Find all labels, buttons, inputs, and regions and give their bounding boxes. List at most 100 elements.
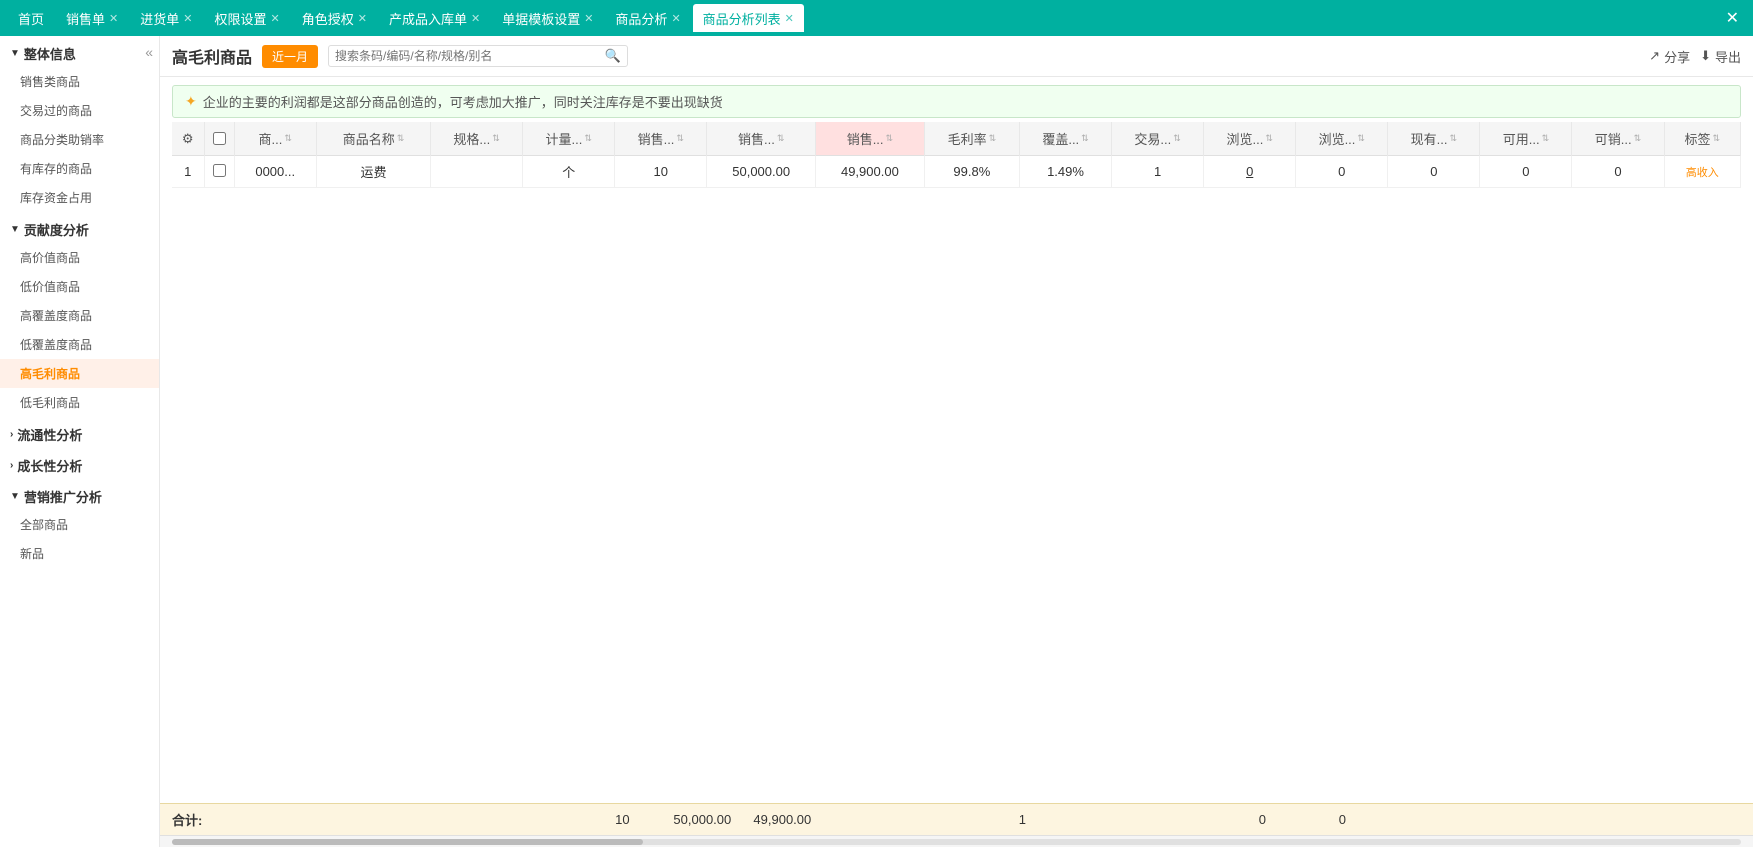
sidebar-item-low-coverage[interactable]: 低覆盖度商品 xyxy=(0,330,159,359)
sort-icon: ⇅ xyxy=(584,133,592,144)
sidebar-item-sales-goods[interactable]: 销售类商品 xyxy=(0,67,159,96)
close-icon[interactable]: ✕ xyxy=(584,12,593,25)
close-icon[interactable]: ✕ xyxy=(671,12,680,25)
nav-tab-template-settings[interactable]: 单据模板设置 ✕ xyxy=(492,4,603,32)
footer-label: 合计: xyxy=(172,810,222,829)
page-title: 高毛利商品 xyxy=(172,44,252,68)
nav-tab-sales-order[interactable]: 销售单 ✕ xyxy=(56,4,128,32)
sidebar-item-high-coverage[interactable]: 高覆盖度商品 xyxy=(0,301,159,330)
sidebar-group-growth[interactable]: › 成长性分析 xyxy=(0,448,159,479)
close-icon[interactable]: ✕ xyxy=(358,12,367,25)
scroll-thumb[interactable] xyxy=(172,839,643,845)
sidebar: « ▼ 整体信息 销售类商品 交易过的商品 商品分类助销率 有库存的商品 库存资… xyxy=(0,36,160,847)
sidebar-item-category-rate[interactable]: 商品分类助销率 xyxy=(0,125,159,154)
sort-icon: ⇅ xyxy=(1542,133,1550,144)
sidebar-item-new-goods[interactable]: 新品 xyxy=(0,539,159,568)
sidebar-item-high-margin[interactable]: 高毛利商品 xyxy=(0,359,159,388)
cell-code: 0000... xyxy=(234,156,316,188)
sidebar-item-stocked-goods[interactable]: 有库存的商品 xyxy=(0,154,159,183)
filter-recent-month-button[interactable]: 近一月 xyxy=(262,45,318,68)
table-footer: 合计: 10 50,000.00 49,900.00 1 0 0 xyxy=(160,803,1753,835)
cell-current-stock: 0 xyxy=(1388,156,1480,188)
sort-icon: ⇅ xyxy=(397,133,405,144)
cell-spec xyxy=(431,156,523,188)
col-sales-cost[interactable]: 销售...⇅ xyxy=(816,122,925,156)
horizontal-scrollbar[interactable] xyxy=(160,835,1753,847)
close-icon[interactable]: ✕ xyxy=(183,12,192,25)
search-input[interactable] xyxy=(335,49,601,63)
close-icon[interactable]: ✕ xyxy=(471,12,480,25)
sidebar-group-liquidity[interactable]: › 流通性分析 xyxy=(0,417,159,448)
cell-sellable: 0 xyxy=(1572,156,1664,188)
table-wrapper[interactable]: ⚙ 商...⇅ 商品名称⇅ 规格...⇅ xyxy=(172,122,1741,803)
sidebar-item-stock-capital[interactable]: 库存资金占用 xyxy=(0,183,159,212)
sidebar-group-contribution[interactable]: ▼ 贡献度分析 xyxy=(0,212,159,243)
cell-tag: 高收入 xyxy=(1664,156,1740,188)
col-code[interactable]: 商...⇅ xyxy=(234,122,316,156)
row-checkbox[interactable] xyxy=(213,164,226,177)
col-tag[interactable]: 标签⇅ xyxy=(1664,122,1740,156)
sidebar-item-low-value[interactable]: 低价值商品 xyxy=(0,272,159,301)
col-available[interactable]: 可用...⇅ xyxy=(1480,122,1572,156)
col-settings[interactable]: ⚙ xyxy=(172,122,204,156)
col-coverage[interactable]: 覆盖...⇅ xyxy=(1019,122,1111,156)
close-icon[interactable]: ✕ xyxy=(109,12,118,25)
footer-current-stock: 0 xyxy=(1222,812,1302,827)
col-spec[interactable]: 规格...⇅ xyxy=(431,122,523,156)
nav-tab-product-analysis[interactable]: 商品分析 ✕ xyxy=(605,4,690,32)
col-browse2[interactable]: 浏览...⇅ xyxy=(1296,122,1388,156)
nav-tab-product-warehouse[interactable]: 产成品入库单 ✕ xyxy=(379,4,490,32)
col-unit[interactable]: 计量...⇅ xyxy=(523,122,615,156)
sidebar-group-marketing[interactable]: ▼ 营销推广分析 xyxy=(0,479,159,510)
col-transaction[interactable]: 交易...⇅ xyxy=(1112,122,1204,156)
nav-tab-purchase-order[interactable]: 进货单 ✕ xyxy=(130,4,202,32)
sidebar-item-high-value[interactable]: 高价值商品 xyxy=(0,243,159,272)
sidebar-item-traded-goods[interactable]: 交易过的商品 xyxy=(0,96,159,125)
info-banner: ✦ 企业的主要的利润都是这部分商品创造的，可考虑加大推广，同时关注库存是不要出现… xyxy=(172,85,1741,118)
share-icon: ↗ xyxy=(1649,48,1660,64)
sidebar-collapse-icon[interactable]: « xyxy=(145,44,153,60)
sort-icon: ⇅ xyxy=(1713,133,1721,144)
data-table: ⚙ 商...⇅ 商品名称⇅ 规格...⇅ xyxy=(172,122,1741,188)
nav-tab-permissions[interactable]: 权限设置 ✕ xyxy=(204,4,289,32)
top-nav: 首页 销售单 ✕ 进货单 ✕ 权限设置 ✕ 角色授权 ✕ 产成品入库单 ✕ 单据… xyxy=(0,0,1753,36)
search-icon[interactable]: 🔍 xyxy=(605,48,621,64)
col-current-stock[interactable]: 现有...⇅ xyxy=(1388,122,1480,156)
cell-browse2: 0 xyxy=(1296,156,1388,188)
col-sales-qty[interactable]: 销售...⇅ xyxy=(615,122,707,156)
cell-available: 0 xyxy=(1480,156,1572,188)
col-name[interactable]: 商品名称⇅ xyxy=(316,122,430,156)
share-button[interactable]: ↗ 分享 xyxy=(1649,47,1690,66)
export-button[interactable]: ⬇ 导出 xyxy=(1700,47,1741,66)
scroll-track[interactable] xyxy=(172,839,1741,845)
sidebar-item-low-margin[interactable]: 低毛利商品 xyxy=(0,388,159,417)
cell-seq: 1 xyxy=(172,156,204,188)
sort-icon: ⇅ xyxy=(989,133,997,144)
sidebar-group-overall[interactable]: ▼ 整体信息 xyxy=(0,36,159,67)
sidebar-item-all-goods[interactable]: 全部商品 xyxy=(0,510,159,539)
cell-coverage: 1.49% xyxy=(1019,156,1111,188)
col-gross-margin[interactable]: 毛利率⇅ xyxy=(924,122,1019,156)
cell-checkbox[interactable] xyxy=(204,156,234,188)
close-icon[interactable]: ✕ xyxy=(785,12,794,25)
close-icon[interactable]: ✕ xyxy=(271,12,280,25)
col-checkbox[interactable] xyxy=(204,122,234,156)
expand-icon: ▼ xyxy=(10,491,20,502)
main-layout: « ▼ 整体信息 销售类商品 交易过的商品 商品分类助销率 有库存的商品 库存资… xyxy=(0,36,1753,847)
select-all-checkbox[interactable] xyxy=(213,132,226,145)
cell-sales-amount: 50,000.00 xyxy=(707,156,816,188)
header-actions: ↗ 分享 ⬇ 导出 xyxy=(1649,47,1741,66)
cell-browse1[interactable]: 0 xyxy=(1204,156,1296,188)
col-sales-amount[interactable]: 销售...⇅ xyxy=(707,122,816,156)
sort-icon: ⇅ xyxy=(1265,133,1273,144)
close-all-tabs-icon[interactable]: ✕ xyxy=(1720,8,1745,28)
content-header: 高毛利商品 近一月 🔍 ↗ 分享 ⬇ 导出 xyxy=(160,36,1753,77)
cell-sales-qty: 10 xyxy=(615,156,707,188)
nav-home[interactable]: 首页 xyxy=(8,9,54,28)
col-browse1[interactable]: 浏览...⇅ xyxy=(1204,122,1296,156)
sort-icon: ⇅ xyxy=(1449,133,1457,144)
nav-tab-product-analysis-list[interactable]: 商品分析列表 ✕ xyxy=(693,4,804,32)
col-sellable[interactable]: 可销...⇅ xyxy=(1572,122,1664,156)
nav-tab-role-auth[interactable]: 角色授权 ✕ xyxy=(292,4,377,32)
sort-icon: ⇅ xyxy=(777,133,785,144)
